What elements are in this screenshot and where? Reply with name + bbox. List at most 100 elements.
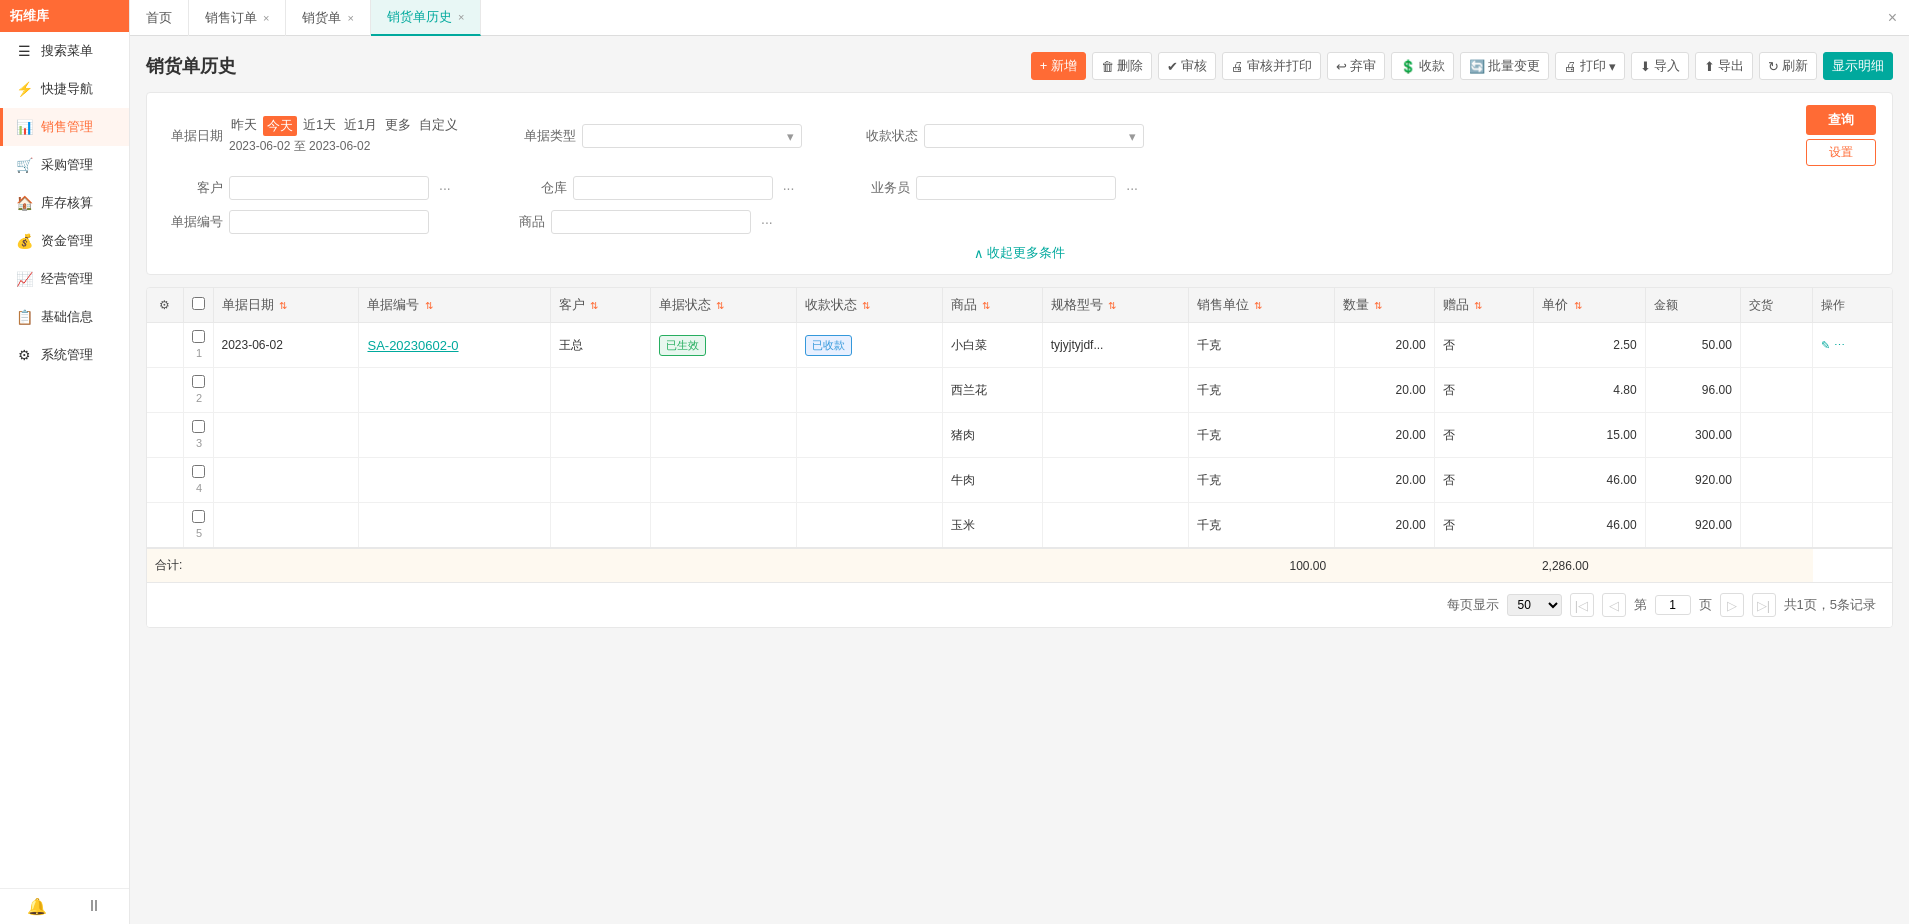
doc-type-select[interactable]	[582, 124, 802, 148]
audit-print-button[interactable]: 🖨 审核并打印	[1222, 52, 1321, 80]
page-first-btn[interactable]: |◁	[1570, 593, 1594, 617]
refresh-icon: ↻	[1768, 59, 1779, 74]
th-doc-no[interactable]: 单据编号 ⇅	[359, 288, 551, 323]
refresh-button[interactable]: ↻ 刷新	[1759, 52, 1817, 80]
th-gift[interactable]: 赠品 ⇅	[1434, 288, 1534, 323]
sidebar-item-sys-mgmt[interactable]: ⚙ 系统管理	[0, 336, 129, 374]
collect-status-select[interactable]	[924, 124, 1144, 148]
th-sales-unit[interactable]: 销售单位 ⇅	[1188, 288, 1334, 323]
row-quantity: 20.00	[1334, 458, 1434, 503]
collapse-icon: ∧	[974, 246, 984, 261]
salesman-input[interactable]	[916, 176, 1116, 200]
doc-type-select-wrap	[582, 124, 802, 148]
customer-input[interactable]	[229, 176, 429, 200]
product-dots-btn[interactable]: ···	[761, 214, 773, 230]
shortcut-more[interactable]: 更多	[383, 116, 413, 136]
page-prev-btn[interactable]: ◁	[1602, 593, 1626, 617]
notification-icon[interactable]: 🔔	[27, 897, 47, 916]
th-product[interactable]: 商品 ⇅	[942, 288, 1042, 323]
th-customer[interactable]: 客户 ⇅	[551, 288, 651, 323]
tab-close-sales-history[interactable]: ×	[458, 11, 464, 23]
shortcut-yesterday[interactable]: 昨天	[229, 116, 259, 136]
shortcut-today[interactable]: 今天	[263, 116, 297, 136]
row-checkbox[interactable]	[192, 510, 205, 523]
pause-icon[interactable]: ⏸	[86, 897, 102, 916]
row-checkbox[interactable]	[192, 330, 205, 343]
tab-sales-history[interactable]: 销货单历史 ×	[371, 0, 481, 36]
salesman-dots-btn[interactable]: ···	[1126, 180, 1138, 196]
table-row: 2 西兰花 千克 20.00 否 4.80 96.00	[147, 368, 1892, 413]
product-input[interactable]	[551, 210, 751, 234]
purchase-mgmt-icon: 🛒	[15, 157, 33, 173]
page-size-select[interactable]: 50 100 200	[1507, 594, 1562, 616]
doc-no-input[interactable]	[229, 210, 429, 234]
th-unit-price[interactable]: 单价 ⇅	[1534, 288, 1645, 323]
shortcut-1day[interactable]: 近1天	[301, 116, 338, 136]
row-checkbox-cell: 1	[183, 323, 213, 368]
collect-button[interactable]: 💲 收款	[1391, 52, 1454, 80]
warehouse-input[interactable]	[573, 176, 773, 200]
collapse-button[interactable]: ∧ 收起更多条件	[163, 244, 1876, 262]
tab-sales-delivery[interactable]: 销货单 ×	[286, 0, 370, 36]
tab-close-sales-order[interactable]: ×	[263, 12, 269, 24]
row-quantity: 20.00	[1334, 503, 1434, 549]
sidebar-item-purchase-mgmt[interactable]: 🛒 采购管理	[0, 146, 129, 184]
action-更多[interactable]: ⋯	[1834, 339, 1845, 351]
th-quantity[interactable]: 数量 ⇅	[1334, 288, 1434, 323]
sales-mgmt-icon: 📊	[15, 119, 33, 135]
customer-dots-btn[interactable]: ···	[439, 180, 451, 196]
settings-button[interactable]: 设置	[1806, 139, 1876, 166]
show-detail-button[interactable]: 显示明细	[1823, 52, 1893, 80]
sidebar-item-search-menu[interactable]: ☰ 搜索菜单	[0, 32, 129, 70]
abandon-button[interactable]: ↩ 弃审	[1327, 52, 1385, 80]
audit-button[interactable]: ✔ 审核	[1158, 52, 1216, 80]
sidebar-item-label: 基础信息	[41, 308, 93, 326]
page-title: 销货单历史	[146, 54, 236, 78]
sidebar-item-label: 搜索菜单	[41, 42, 93, 60]
sidebar-item-quick-nav[interactable]: ⚡ 快捷导航	[0, 70, 129, 108]
sidebar-item-sales-mgmt[interactable]: 📊 销售管理	[0, 108, 129, 146]
row-collect-status: 已收款	[796, 323, 942, 368]
fund-mgmt-icon: 💰	[15, 233, 33, 249]
delete-button[interactable]: 🗑 删除	[1092, 52, 1152, 80]
sidebar-item-basic-info[interactable]: 📋 基础信息	[0, 298, 129, 336]
sidebar-item-ops-mgmt[interactable]: 📈 经营管理	[0, 260, 129, 298]
row-amount: 920.00	[1645, 503, 1740, 549]
th-doc-status[interactable]: 单据状态 ⇅	[650, 288, 796, 323]
th-collect-status[interactable]: 收款状态 ⇅	[796, 288, 942, 323]
import-button[interactable]: ⬇ 导入	[1631, 52, 1689, 80]
tab-close-sales-delivery[interactable]: ×	[347, 12, 353, 24]
warehouse-dots-btn[interactable]: ···	[783, 180, 795, 196]
action-编辑[interactable]: ✎	[1821, 339, 1830, 351]
row-doc-date	[213, 413, 359, 458]
page-num-input[interactable]	[1655, 595, 1691, 615]
th-spec-type[interactable]: 规格型号 ⇅	[1042, 288, 1188, 323]
shortcut-custom[interactable]: 自定义	[417, 116, 460, 136]
sidebar-item-label: 快捷导航	[41, 80, 93, 98]
row-checkbox[interactable]	[192, 420, 205, 433]
select-all-checkbox[interactable]	[192, 297, 205, 310]
doc-no-link[interactable]: SA-20230602-0	[367, 338, 458, 353]
shortcut-1month[interactable]: 近1月	[342, 116, 379, 136]
tabs-close-all[interactable]: ×	[1876, 9, 1909, 27]
sidebar-item-inventory-calc[interactable]: 🏠 库存核算	[0, 184, 129, 222]
sidebar-item-fund-mgmt[interactable]: 💰 资金管理	[0, 222, 129, 260]
th-settings[interactable]: ⚙	[147, 288, 183, 323]
page-last-btn[interactable]: ▷|	[1752, 593, 1776, 617]
row-transaction	[1740, 368, 1813, 413]
new-button[interactable]: + 新增	[1031, 52, 1086, 80]
row-checkbox[interactable]	[192, 375, 205, 388]
th-doc-date[interactable]: 单据日期 ⇅	[213, 288, 359, 323]
query-button[interactable]: 查询	[1806, 105, 1876, 135]
export-button[interactable]: ⬆ 导出	[1695, 52, 1753, 80]
page-next-btn[interactable]: ▷	[1720, 593, 1744, 617]
row-unit-price: 46.00	[1534, 458, 1645, 503]
tab-sales-order[interactable]: 销售订单 ×	[189, 0, 286, 36]
print-button[interactable]: 🖨 打印 ▾	[1555, 52, 1625, 80]
row-transaction	[1740, 323, 1813, 368]
tab-home[interactable]: 首页	[130, 0, 189, 36]
row-checkbox[interactable]	[192, 465, 205, 478]
totals-gift-cell	[1334, 548, 1434, 582]
page-info: 共1页，5条记录	[1784, 596, 1876, 614]
batch-change-button[interactable]: 🔄 批量变更	[1460, 52, 1549, 80]
